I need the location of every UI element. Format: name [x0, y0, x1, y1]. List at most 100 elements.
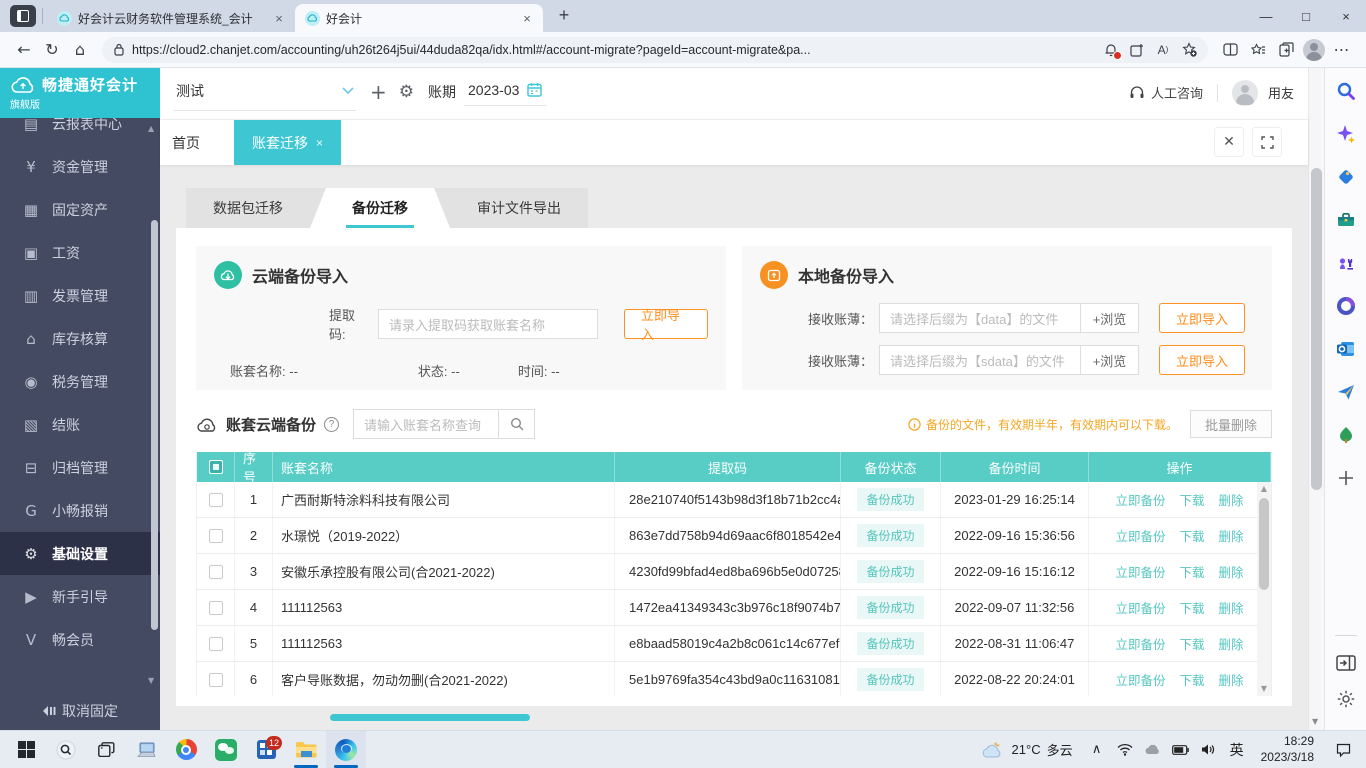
page-scrollbar[interactable]: ▼ [1308, 68, 1324, 730]
tree-icon[interactable] [1333, 422, 1359, 448]
download-link[interactable]: 下载 [1179, 598, 1204, 617]
download-link[interactable]: 下载 [1179, 490, 1204, 509]
profile-avatar[interactable] [1300, 36, 1328, 64]
delete-link[interactable]: 删除 [1219, 634, 1244, 653]
row-checkbox[interactable] [208, 492, 223, 507]
copilot-icon[interactable] [1333, 121, 1359, 147]
sidebar-item-guide[interactable]: ▶ 新手引导 [0, 575, 150, 618]
new-tab-button[interactable]: + [551, 5, 577, 26]
tab-account-migrate[interactable]: 账套迁移 × [234, 120, 342, 165]
address-bar[interactable]: https://cloud2.chanjet.com/accounting/uh… [102, 36, 1208, 63]
row-checkbox[interactable] [208, 600, 223, 615]
delete-link[interactable]: 删除 [1219, 490, 1244, 509]
shopping-icon[interactable] [1333, 164, 1359, 190]
sidebar-item-funds[interactable]: ¥ 资金管理 [0, 145, 150, 188]
backup-now-link[interactable]: 立即备份 [1115, 670, 1165, 689]
taskbar-remote-desktop-icon[interactable] [126, 731, 166, 768]
batch-delete-button[interactable]: 批量删除 [1189, 410, 1272, 438]
taskbar-search-icon[interactable] [46, 731, 86, 768]
company-selector[interactable]: 测试 [174, 77, 356, 111]
search-icon[interactable] [1333, 78, 1359, 104]
tab-organizer-icon[interactable] [1124, 38, 1150, 62]
tray-chevron-icon[interactable]: ∧ [1085, 731, 1109, 768]
delete-link[interactable]: 删除 [1219, 598, 1244, 617]
row-checkbox[interactable] [208, 528, 223, 543]
local-import-sdata-button[interactable]: 立即导入 [1159, 345, 1246, 375]
sidebar-item-invoice[interactable]: ▥ 发票管理 [0, 274, 150, 317]
notifications-blocked-icon[interactable] [1098, 38, 1124, 62]
browse-data-button[interactable]: +浏览 [1080, 304, 1138, 332]
games-icon[interactable] [1333, 250, 1359, 276]
drop-icon[interactable] [1333, 379, 1359, 405]
taskbar-wechat-icon[interactable] [206, 731, 246, 768]
window-minimize-button[interactable]: — [1246, 0, 1286, 32]
tab-close-icon[interactable]: × [519, 11, 535, 26]
download-link[interactable]: 下载 [1179, 526, 1204, 545]
user-avatar[interactable] [1231, 79, 1258, 106]
tab-home[interactable]: 首页 [160, 120, 220, 165]
local-import-data-button[interactable]: 立即导入 [1159, 303, 1246, 333]
scroll-down-icon[interactable]: ▼ [1261, 682, 1267, 696]
read-aloud-icon[interactable]: A) [1150, 38, 1176, 62]
download-link[interactable]: 下载 [1179, 670, 1204, 689]
onedrive-icon[interactable] [1141, 731, 1165, 768]
select-all-checkbox[interactable] [208, 460, 223, 474]
sdata-file-input[interactable]: 请选择后缀为【sdata】的文件 [880, 346, 1080, 374]
sidebar-item-settings[interactable]: ⚙ 基础设置 [0, 532, 160, 575]
row-checkbox[interactable] [208, 564, 223, 579]
sidebar-item-tax[interactable]: ◉ 税务管理 [0, 360, 150, 403]
add-account-button[interactable]: + [370, 80, 387, 104]
outlook-icon[interactable] [1333, 336, 1359, 362]
row-checkbox[interactable] [208, 636, 223, 651]
sidebar-item-reimburse[interactable]: G 小畅报销 [0, 489, 150, 532]
download-link[interactable]: 下载 [1179, 562, 1204, 581]
window-close-button[interactable]: × [1326, 0, 1366, 32]
search-button[interactable] [499, 409, 536, 439]
horizontal-scrollbar-thumb[interactable] [330, 714, 530, 721]
sidebar-item-salary[interactable]: ▣ 工资 [0, 231, 150, 274]
backup-now-link[interactable]: 立即备份 [1115, 634, 1165, 653]
customize-sidebar-icon[interactable] [1333, 650, 1359, 676]
backup-now-link[interactable]: 立即备份 [1115, 562, 1165, 581]
migrate-tab-inactive[interactable]: 数据包迁移 [186, 188, 310, 228]
split-screen-icon[interactable] [1216, 36, 1244, 64]
favorites-icon[interactable] [1244, 36, 1272, 64]
delete-link[interactable]: 删除 [1219, 526, 1244, 545]
extraction-code-input[interactable]: 请录入提取码获取账套名称 [377, 309, 598, 339]
wifi-icon[interactable] [1113, 731, 1137, 768]
fullscreen-icon[interactable] [1252, 127, 1282, 157]
support-button[interactable]: 人工咨询 [1129, 83, 1203, 102]
scrollbar-thumb[interactable] [1259, 498, 1269, 590]
toolbox-icon[interactable] [1333, 207, 1359, 233]
cloud-import-button[interactable]: 立即导入 [624, 308, 708, 342]
taskbar-start-icon[interactable] [6, 731, 46, 768]
migrate-tab-active[interactable]: 备份迁移 [310, 188, 450, 228]
sidebar-scroll-down-icon[interactable]: ▼ [148, 676, 158, 685]
sidebar-item-closing[interactable]: ▧ 结账 [0, 403, 150, 446]
microsoft-365-icon[interactable] [1333, 293, 1359, 319]
collections-icon[interactable] [1272, 36, 1300, 64]
sidebar-item-inventory[interactable]: ⌂ 库存核算 [0, 317, 150, 360]
window-maximize-button[interactable]: □ [1286, 0, 1326, 32]
data-file-input[interactable]: 请选择后缀为【data】的文件 [880, 304, 1080, 332]
backup-now-link[interactable]: 立即备份 [1115, 598, 1165, 617]
url-text[interactable]: https://cloud2.chanjet.com/accounting/uh… [132, 43, 1098, 57]
taskbar-chrome-icon[interactable] [166, 731, 206, 768]
sidebar-scrollbar[interactable] [151, 220, 158, 630]
browser-tab-inactive[interactable]: 好会计云财务软件管理系统_会计 × [47, 4, 295, 32]
notification-center-icon[interactable] [1326, 731, 1360, 768]
browse-sdata-button[interactable]: +浏览 [1080, 346, 1138, 374]
tab-close-icon[interactable]: × [316, 136, 323, 150]
sidebar-item-member[interactable]: V 畅会员 [0, 618, 150, 661]
migrate-tab-inactive[interactable]: 审计文件导出 [450, 188, 588, 228]
taskbar-app-grid-icon[interactable]: 12 [246, 731, 286, 768]
delete-link[interactable]: 删除 [1219, 562, 1244, 581]
home-icon[interactable]: ⌂ [66, 36, 94, 64]
workspaces-icon[interactable] [10, 5, 36, 27]
tab-close-icon[interactable]: × [271, 11, 287, 26]
page-scrollbar-thumb[interactable] [1311, 168, 1322, 490]
taskbar-weather[interactable]: 21°C 多云 [972, 740, 1081, 760]
period-picker[interactable]: 2023-03 [464, 78, 547, 106]
input-language-indicator[interactable]: 英 [1225, 731, 1249, 768]
close-page-icon[interactable]: ✕ [1214, 127, 1244, 157]
